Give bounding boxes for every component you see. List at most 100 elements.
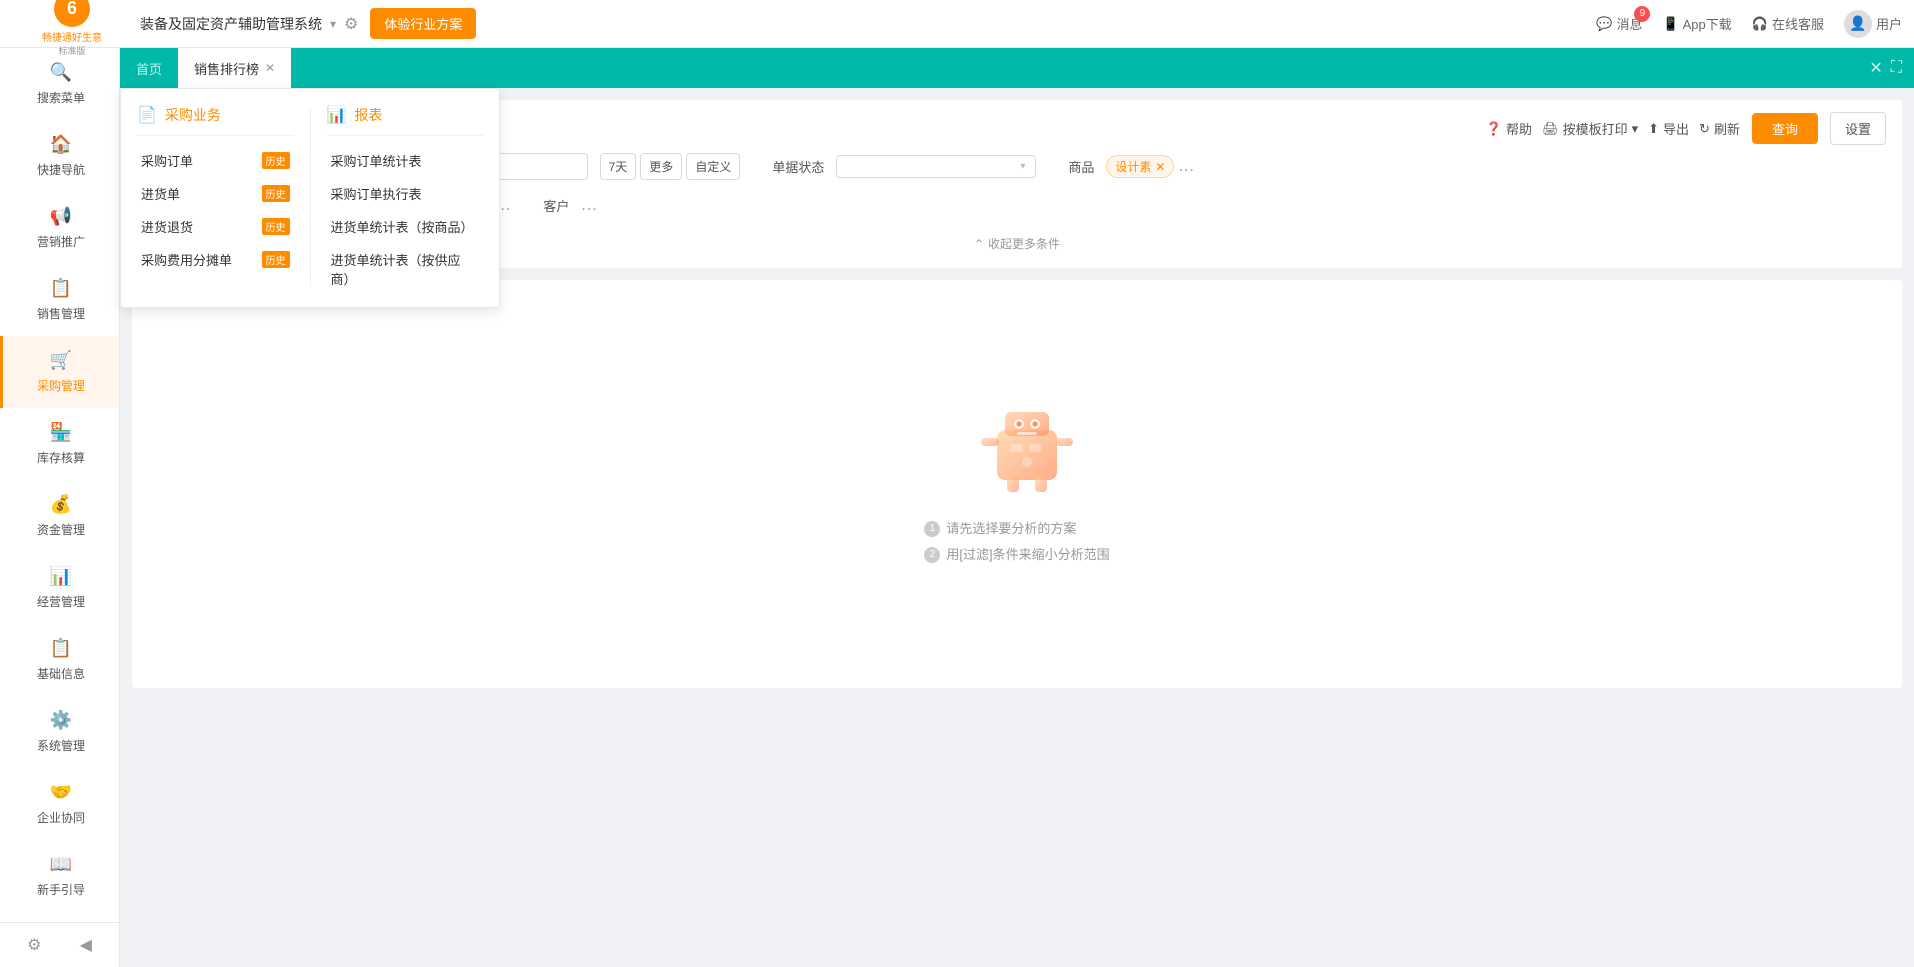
- system-settings-icon[interactable]: ⚙: [344, 14, 358, 34]
- step-1-number: 1: [924, 521, 940, 537]
- tab-sales-rank[interactable]: 销售排行榜 ✕: [178, 48, 291, 88]
- home-icon: 🏠: [50, 134, 72, 155]
- purchase-business-header: 📄 采购业务: [137, 101, 294, 136]
- purchase-business-column: 📄 采购业务 采购订单 历史 进货单 历史 进货退货 历史 采购费用分摊单 历史: [121, 101, 310, 295]
- message-icon: 💬: [1596, 16, 1612, 32]
- sidebar-item-inventory[interactable]: 🏪 库存核算: [0, 408, 119, 480]
- guide-icon: 📖: [50, 854, 72, 875]
- history-tag: 历史: [262, 185, 290, 202]
- app-download-action[interactable]: 📱 App下载: [1662, 14, 1731, 33]
- export-button[interactable]: ⬆ 导出: [1648, 119, 1689, 138]
- settings-bottom-icon[interactable]: ⚙: [27, 935, 41, 955]
- menu-item-order-stats[interactable]: 采购订单统计表: [327, 144, 484, 177]
- menu-item-purchase-order[interactable]: 采购订单 历史: [137, 144, 294, 177]
- goods-filter: 设计素 ✕ ...: [1106, 155, 1194, 178]
- logo-icon: 6: [54, 0, 90, 27]
- date-7days-button[interactable]: 7天: [600, 153, 637, 180]
- finance-icon: 💰: [50, 494, 72, 515]
- purchase-dropdown-menu: 📄 采购业务 采购订单 历史 进货单 历史 进货退货 历史 采购费用分摊单 历史: [120, 88, 500, 308]
- sales-icon: 📋: [50, 278, 72, 299]
- menu-item-goods-in-stats-by-supplier[interactable]: 进货单统计表（按供应商）: [327, 243, 484, 295]
- sidebar-item-marketing[interactable]: 📢 营销推广: [0, 192, 119, 264]
- refresh-button[interactable]: ↻ 刷新: [1699, 119, 1740, 138]
- sidebar-item-label: 企业协同: [37, 809, 85, 826]
- settings-button[interactable]: 设置: [1830, 112, 1886, 145]
- sidebar-item-label: 基础信息: [37, 665, 85, 682]
- sidebar-item-label: 采购管理: [37, 377, 85, 394]
- refresh-icon: ↻: [1699, 121, 1710, 137]
- sidebar-item-label: 库存核算: [37, 449, 85, 466]
- menu-item-order-exec[interactable]: 采购订单执行表: [327, 177, 484, 210]
- marketing-icon: 📢: [50, 206, 72, 227]
- purchase-icon: 🛒: [50, 350, 72, 371]
- customer-filter: ...: [581, 197, 597, 215]
- report-icon: 📊: [327, 105, 347, 125]
- purchase-business-icon: 📄: [137, 105, 157, 125]
- report-header: 📊 报表: [327, 101, 484, 136]
- voucher-status-select[interactable]: ▾: [836, 155, 1036, 178]
- close-tab-icon[interactable]: ✕: [1869, 58, 1882, 78]
- voucher-status-label: 单据状态: [772, 157, 824, 176]
- date-more-button[interactable]: 更多: [640, 153, 682, 180]
- system-icon: ⚙️: [50, 710, 72, 731]
- operations-icon: 📊: [50, 566, 72, 587]
- menu-item-purchase-expense[interactable]: 采购费用分摊单 历史: [137, 243, 294, 276]
- sidebar-item-label: 资金管理: [37, 521, 85, 538]
- query-button[interactable]: 查询: [1752, 113, 1818, 144]
- menu-item-goods-in[interactable]: 进货单 历史: [137, 177, 294, 210]
- sidebar-item-label: 新手引导: [37, 881, 85, 898]
- system-title: 装备及固定资产辅助管理系统 ▾: [140, 14, 336, 34]
- user-action[interactable]: 👤 用户: [1844, 10, 1902, 38]
- sidebar-item-search[interactable]: 🔍 搜索菜单: [0, 48, 119, 120]
- sidebar-item-enterprise[interactable]: 🤝 企业协同: [0, 768, 119, 840]
- sidebar-item-finance[interactable]: 💰 资金管理: [0, 480, 119, 552]
- step-2-number: 2: [924, 547, 940, 563]
- avatar: 👤: [1844, 10, 1872, 38]
- report-column: 📊 报表 采购订单统计表 采购订单执行表 进货单统计表（按商品） 进货单统计表（…: [311, 101, 500, 295]
- date-custom-button[interactable]: 自定义: [686, 153, 740, 180]
- toolbar-right: ❓ 帮助 🖨 按模板打印 ▾ ⬆ 导出 ↻ 刷新: [1486, 119, 1740, 138]
- app-name: 畅捷通好生意: [42, 29, 102, 44]
- print-chevron-icon: ▾: [1632, 121, 1639, 137]
- inventory-icon: 🏪: [50, 422, 72, 443]
- enterprise-icon: 🤝: [50, 782, 72, 803]
- sidebar: 🔍 搜索菜单 🏠 快捷导航 📢 营销推广 📋 销售管理 🛒 采购管理 🏪 库存核…: [0, 48, 120, 967]
- top-header: 6 畅捷通好生意 标准版 装备及固定资产辅助管理系统 ▾ ⚙ 体验行业方案 💬 …: [0, 0, 1914, 48]
- system-chevron-icon[interactable]: ▾: [330, 17, 336, 31]
- empty-state-container: 1 请先选择要分析的方案 2 用[过滤]条件来缩小分析范围: [132, 280, 1902, 688]
- user-label: 用户: [1876, 14, 1902, 33]
- messages-action[interactable]: 💬 消息 9: [1596, 14, 1642, 33]
- goods-tag: 设计素 ✕: [1106, 155, 1174, 178]
- goods-more-icon[interactable]: ...: [1178, 158, 1194, 176]
- online-service-action[interactable]: 🎧 在线客服: [1752, 14, 1824, 33]
- sidebar-item-label: 经营管理: [37, 593, 85, 610]
- industry-button[interactable]: 体验行业方案: [370, 8, 476, 39]
- sidebar-item-purchase[interactable]: 🛒 采购管理: [0, 336, 119, 408]
- empty-step-1: 1 请先选择要分析的方案: [924, 516, 1109, 542]
- collapse-icon[interactable]: ◀: [80, 935, 92, 955]
- sidebar-item-sales[interactable]: 📋 销售管理: [0, 264, 119, 336]
- customer-label: 客户: [543, 196, 569, 215]
- sidebar-item-guide[interactable]: 📖 新手引导: [0, 840, 119, 912]
- sidebar-item-label: 搜索菜单: [37, 89, 85, 106]
- help-button[interactable]: ❓ 帮助: [1486, 119, 1532, 138]
- customer-more-icon[interactable]: ...: [581, 197, 597, 215]
- sidebar-item-system[interactable]: ⚙️ 系统管理: [0, 696, 119, 768]
- logo-area: 6 畅捷通好生意 标准版: [12, 0, 132, 57]
- help-icon: ❓: [1486, 121, 1502, 137]
- sidebar-item-label: 销售管理: [37, 305, 85, 322]
- phone-icon: 📱: [1662, 16, 1678, 32]
- menu-item-goods-in-stats-by-product[interactable]: 进货单统计表（按商品）: [327, 210, 484, 243]
- tab-bar: 首页 销售排行榜 ✕ ✕ ⛶: [120, 48, 1914, 88]
- app-edition: 标准版: [58, 44, 85, 57]
- sidebar-item-operations[interactable]: 📊 经营管理: [0, 552, 119, 624]
- sidebar-item-basic[interactable]: 📋 基础信息: [0, 624, 119, 696]
- goods-tag-remove-icon[interactable]: ✕: [1155, 160, 1165, 174]
- tab-right-actions: ✕ ⛶: [1869, 58, 1914, 78]
- fullscreen-icon[interactable]: ⛶: [1891, 59, 1902, 77]
- tab-close-icon[interactable]: ✕: [265, 62, 275, 74]
- sidebar-item-label: 系统管理: [37, 737, 85, 754]
- sidebar-item-quick-nav[interactable]: 🏠 快捷导航: [0, 120, 119, 192]
- print-button[interactable]: 🖨 按模板打印 ▾: [1542, 119, 1638, 138]
- menu-item-goods-return[interactable]: 进货退货 历史: [137, 210, 294, 243]
